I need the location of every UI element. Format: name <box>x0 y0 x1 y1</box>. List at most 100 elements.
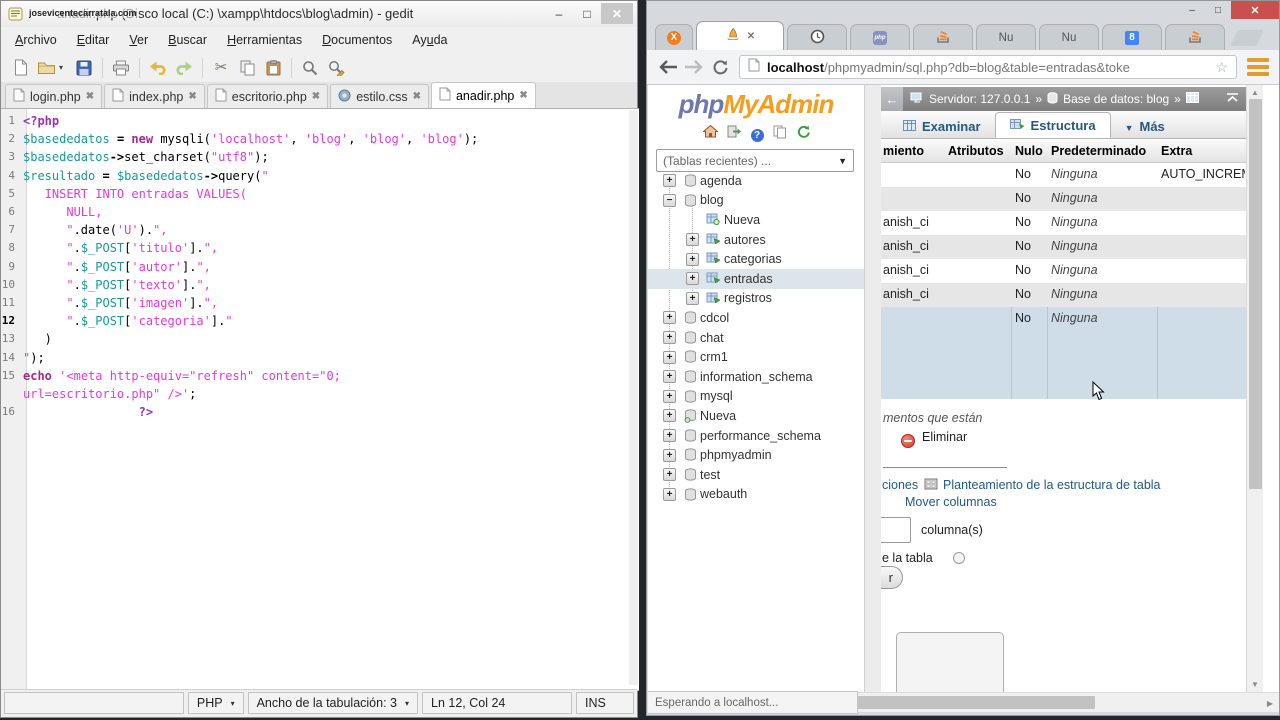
browser-tab-8[interactable]: 8 <box>1102 24 1162 50</box>
open-dropdown-icon[interactable]: ▾ <box>59 63 71 72</box>
close-icon[interactable]: ✖ <box>86 91 94 102</box>
gedit-titlebar[interactable]: anadir.php (Disco local (C:) \xampp\htdo… <box>1 1 637 27</box>
redo-button[interactable] <box>171 56 197 80</box>
tree-item-label[interactable]: categorias <box>724 252 782 266</box>
tree-expander[interactable]: + <box>663 448 676 462</box>
column-header-1[interactable]: Atributos <box>948 144 1004 158</box>
menu-archivo[interactable]: Archivo <box>5 29 67 51</box>
menu-ver[interactable]: Ver <box>119 29 158 51</box>
tree-expander[interactable]: + <box>663 487 676 501</box>
exit-icon[interactable] <box>727 125 742 143</box>
find-replace-button[interactable] <box>323 56 349 80</box>
pma-tab-más[interactable]: ▼ Más <box>1111 114 1179 138</box>
close-icon[interactable]: ✕ <box>747 31 755 42</box>
tree-item-blog[interactable]: − blog <box>648 191 864 211</box>
tree-item-information_schema[interactable]: + information_schema <box>648 367 864 387</box>
tree-item-label[interactable]: information_schema <box>700 370 813 384</box>
reload-button[interactable] <box>707 59 733 75</box>
tree-item-categorias[interactable]: + categorias <box>648 249 864 269</box>
breadcrumb-database[interactable]: Base de datos: blog <box>1063 92 1169 106</box>
editor-tab-login-php[interactable]: login.php ✖ <box>5 84 103 108</box>
tree-item-label[interactable]: webauth <box>700 487 747 501</box>
table-row[interactable]: No Ninguna AUTO_INCREM <box>881 163 1246 187</box>
browser-minimize-button[interactable]: – <box>1179 1 1205 19</box>
position-radio[interactable] <box>953 551 965 569</box>
menu-editar[interactable]: Editar <box>67 29 120 51</box>
menu-ayuda[interactable]: Ayuda <box>402 29 457 51</box>
close-icon[interactable]: ✖ <box>519 90 527 101</box>
url-text[interactable]: localhost/phpmyadmin/sql.php?db=blog&tab… <box>767 60 1130 75</box>
tree-expander[interactable]: + <box>663 429 676 443</box>
browser-maximize-button[interactable]: □ <box>1205 1 1231 19</box>
panel-divider[interactable] <box>864 85 881 692</box>
tree-item-chat[interactable]: + chat <box>648 328 864 348</box>
language-selector[interactable]: PHP ▾ <box>187 692 244 714</box>
tree-item-test[interactable]: + test <box>648 465 864 485</box>
editor-tab-anadir-php[interactable]: anadir.php ✖ <box>430 82 536 108</box>
tree-item-entradas[interactable]: + entradas <box>648 269 864 289</box>
table-row[interactable]: anish_ci No Ninguna <box>881 259 1246 283</box>
pma-tab-examinar[interactable]: Examinar <box>889 114 995 138</box>
menu-documentos[interactable]: Documentos <box>312 29 402 51</box>
vertical-scrollbar[interactable]: ▲ ▼ <box>1246 85 1263 692</box>
tree-expander[interactable]: + <box>663 174 676 188</box>
tree-expander[interactable]: + <box>686 272 699 286</box>
scroll-down-icon[interactable]: ▼ <box>1247 680 1263 689</box>
tree-expander[interactable]: + <box>686 233 699 247</box>
new-document-button[interactable] <box>7 56 33 80</box>
editor-scrollbar[interactable] <box>629 110 638 686</box>
delete-selected-link[interactable]: Eliminar <box>922 430 967 444</box>
refresh-icon[interactable] <box>796 125 810 144</box>
tree-item-crm1[interactable]: + crm1 <box>648 347 864 367</box>
undo-button[interactable] <box>145 56 171 80</box>
help-icon[interactable]: ? <box>750 125 764 143</box>
tree-item-label[interactable]: agenda <box>700 174 742 188</box>
tree-expander[interactable]: + <box>663 350 676 364</box>
gedit-editor[interactable]: 1 <?php 2 $basededatos = new mysqli('loc… <box>1 108 639 691</box>
find-button[interactable] <box>297 56 323 80</box>
nav-collapse-button[interactable]: ← <box>881 87 903 111</box>
editor-tab-escritorio-php[interactable]: escritorio.php ✖ <box>206 84 329 108</box>
tree-item-agenda[interactable]: + agenda <box>648 171 864 191</box>
column-header-3[interactable]: Predeterminado <box>1051 144 1146 158</box>
table-row[interactable]: anish_ci No Ninguna <box>881 211 1246 235</box>
tree-expander[interactable]: + <box>663 409 676 423</box>
docs-icon[interactable] <box>773 125 787 144</box>
tree-item-label[interactable]: performance_schema <box>700 429 821 443</box>
tree-expander[interactable]: + <box>663 468 676 482</box>
close-icon[interactable]: ✖ <box>188 91 196 102</box>
tree-expander[interactable]: + <box>663 311 676 325</box>
menu-buscar[interactable]: Buscar <box>158 29 217 51</box>
tree-item-label[interactable]: mysql <box>700 389 733 403</box>
tree-item-cdcol[interactable]: + cdcol <box>648 308 864 328</box>
tree-item-label[interactable]: phpmyadmin <box>700 448 772 462</box>
tree-item-label[interactable]: test <box>700 468 720 482</box>
code-area[interactable]: 1 <?php 2 $basededatos = new mysqli('loc… <box>1 112 639 421</box>
browser-tab-6[interactable]: Nu <box>976 24 1036 50</box>
table-row[interactable]: No Ninguna <box>881 307 1246 399</box>
tree-item-nueva[interactable]: Nueva <box>648 210 864 230</box>
column-header-0[interactable]: miento <box>883 144 924 158</box>
tree-item-label[interactable]: chat <box>700 331 724 345</box>
move-columns-link[interactable]: Mover columnas <box>905 495 997 509</box>
close-icon[interactable]: ✖ <box>312 91 320 102</box>
tree-expander[interactable]: + <box>663 389 676 403</box>
editor-tab-index-php[interactable]: index.php ✖ <box>104 84 205 108</box>
url-bar[interactable]: localhost/phpmyadmin/sql.php?db=blog&tab… <box>739 55 1237 79</box>
collapse-top-icon[interactable] <box>1226 92 1239 106</box>
tree-expander[interactable]: + <box>663 331 676 345</box>
forward-button[interactable] <box>681 60 707 74</box>
menu-herramientas[interactable]: Herramientas <box>217 29 312 51</box>
browser-tab-3[interactable] <box>787 24 847 50</box>
go-button[interactable]: r <box>881 566 903 589</box>
tree-item-label[interactable]: entradas <box>724 272 773 286</box>
tree-item-label[interactable]: Nueva <box>724 213 760 227</box>
tree-expander[interactable]: + <box>686 252 699 266</box>
gedit-close-button[interactable]: ✕ <box>601 3 633 24</box>
recent-tables-select[interactable]: (Tablas recientes) ... ▼ <box>656 149 854 172</box>
pma-tab-estructura[interactable]: Estructura <box>994 112 1111 138</box>
save-button[interactable] <box>71 56 97 80</box>
tree-item-autores[interactable]: + autores <box>648 230 864 250</box>
columns-count-input[interactable] <box>881 517 911 543</box>
bookmark-star-icon[interactable]: ☆ <box>1215 59 1228 76</box>
